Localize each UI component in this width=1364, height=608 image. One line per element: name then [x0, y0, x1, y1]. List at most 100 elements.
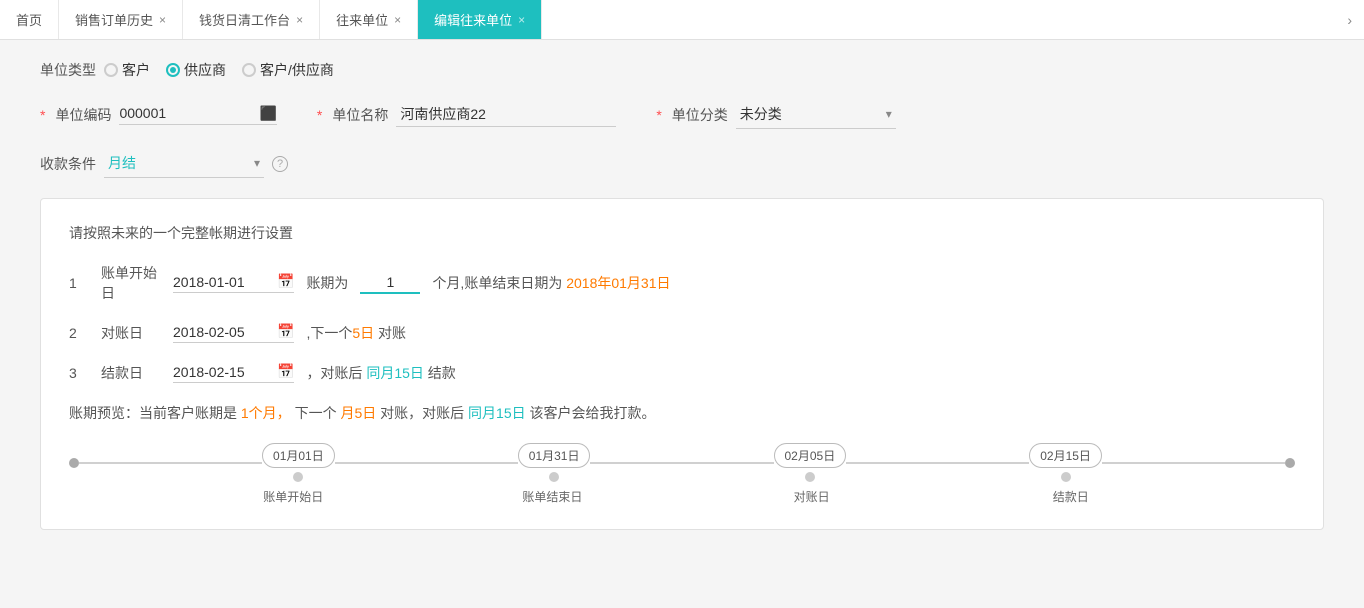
unit-type-label: 单位类型: [40, 60, 96, 80]
timeline-node-1: 01月01日: [262, 443, 335, 482]
unit-code-label: 单位编码: [55, 105, 111, 125]
timeline-dot-2: [549, 472, 559, 482]
highlight-day-3: 同月15日: [366, 365, 424, 381]
unit-category-value: 未分类: [740, 104, 882, 124]
unit-name-label: 单位名称: [332, 105, 388, 125]
timeline-dot-3: [805, 472, 815, 482]
payment-terms-arrow-icon: ▾: [254, 156, 260, 170]
unit-type-row: 单位类型 客户 供应商 客户/供应商: [40, 60, 1324, 80]
code-name-category-row: * 单位编码 ⬛ * 单位名称 * 单位分类 未分类 ▾: [40, 100, 1324, 129]
tab-cash-work-close[interactable]: ×: [296, 13, 303, 27]
period-row-2: 2 对账日 📅 ,下一个5日 对账: [69, 323, 1295, 343]
timeline-segment-4: [846, 462, 1029, 464]
main-content: 单位类型 客户 供应商 客户/供应商 * 单位编码: [0, 40, 1364, 608]
unit-category-dropdown[interactable]: 未分类 ▾: [736, 100, 896, 129]
tab-home[interactable]: 首页: [0, 0, 59, 39]
highlight-day-2: 5日: [352, 325, 374, 341]
tab-bar: 首页 销售订单历史 × 钱货日清工作台 × 往来单位 × 编辑往来单位 × ›: [0, 0, 1364, 40]
preview-highlight1: 1个月，: [241, 405, 291, 421]
period-date-1: 📅: [173, 273, 294, 293]
timeline-badge-3: 02月05日: [774, 443, 847, 468]
period-date-input-3[interactable]: [173, 364, 273, 380]
tab-edit-partner-close[interactable]: ×: [518, 13, 525, 27]
payment-terms-value: 月结: [108, 153, 250, 173]
unit-name-input[interactable]: [396, 102, 616, 127]
period-num-3: 3: [69, 365, 89, 381]
unit-category-label: 单位分类: [672, 105, 728, 125]
tab-partner[interactable]: 往来单位 ×: [320, 0, 418, 39]
preview-prefix: 账期预览：当前客户账期是: [69, 405, 241, 421]
period-desc-before-1: 账期为: [306, 273, 348, 293]
radio-both-label: 客户/供应商: [260, 60, 334, 80]
radio-supplier-label: 供应商: [184, 60, 226, 80]
tab-sales-history[interactable]: 销售订单历史 ×: [59, 0, 183, 39]
period-row-1: 1 账单开始日 📅 账期为 个月,账单结束日期为 2018年01月31日: [69, 263, 1295, 303]
radio-both[interactable]: 客户/供应商: [242, 60, 334, 80]
period-date-2: 📅: [173, 323, 294, 343]
tab-cash-work[interactable]: 钱货日清工作台 ×: [183, 0, 320, 39]
timeline-dot-4: [1061, 472, 1071, 482]
unit-code-copy-icon[interactable]: ⬛: [259, 105, 276, 122]
period-date-input-2[interactable]: [173, 324, 273, 340]
unit-name-field: * 单位名称: [317, 102, 616, 127]
tab-partner-label: 往来单位: [336, 10, 388, 29]
radio-supplier[interactable]: 供应商: [166, 60, 226, 80]
preview-highlight3: 同月15日: [468, 405, 526, 421]
preview-text: 账期预览：当前客户账期是 1个月， 下一个 月5日 对账，对账后 同月15日 该…: [69, 403, 1295, 423]
unit-code-field: * 单位编码 ⬛: [40, 105, 277, 125]
tab-sales-history-close[interactable]: ×: [159, 13, 166, 27]
period-label-2: 对账日: [101, 323, 161, 343]
unit-type-radio-group: 客户 供应商 客户/供应商: [104, 60, 334, 80]
timeline-dot-1: [293, 472, 303, 482]
settings-card: 请按照未来的一个完整帐期进行设置 1 账单开始日 📅 账期为 个月,账单结束日期…: [40, 198, 1324, 530]
calendar-icon-2[interactable]: 📅: [277, 323, 294, 340]
tab-partner-close[interactable]: ×: [394, 13, 401, 27]
calendar-icon-1[interactable]: 📅: [277, 273, 294, 290]
timeline-segment-5: [1102, 462, 1285, 464]
unit-type-field: 单位类型 客户 供应商 客户/供应商: [40, 60, 334, 80]
unit-code-input[interactable]: [119, 105, 259, 121]
timeline-node-4: 02月15日: [1029, 443, 1102, 482]
unit-category-field: * 单位分类 未分类 ▾: [656, 100, 895, 129]
unit-category-star: *: [656, 107, 661, 123]
tl-label-3: 对账日: [777, 488, 847, 505]
tab-sales-history-label: 销售订单历史: [75, 10, 153, 29]
timeline-segment-2: [335, 462, 518, 464]
preview-highlight2: 月5日: [340, 405, 376, 421]
period-label-3: 结款日: [101, 363, 161, 383]
unit-category-arrow-icon: ▾: [886, 107, 892, 121]
tl-label-2: 账单结束日: [517, 488, 587, 505]
months-input[interactable]: [360, 272, 420, 294]
timeline-badge-1: 01月01日: [262, 443, 335, 468]
period-date-3: 📅: [173, 363, 294, 383]
timeline-labels-row: 账单开始日 账单结束日 对账日 结款日: [69, 488, 1295, 505]
preview-mid1: 下一个: [295, 405, 337, 421]
timeline-start-dot: [69, 458, 79, 468]
calendar-icon-3[interactable]: 📅: [277, 363, 294, 380]
tab-edit-partner[interactable]: 编辑往来单位 ×: [418, 0, 542, 39]
payment-terms-field: 收款条件 月结 ▾ ?: [40, 149, 288, 178]
unit-code-star: *: [40, 107, 45, 123]
period-num-1: 1: [69, 275, 89, 291]
timeline-container: 01月01日 01月31日 02月05日 02月15日: [69, 443, 1295, 482]
tab-more-arrow[interactable]: ›: [1335, 0, 1364, 39]
payment-terms-dropdown[interactable]: 月结 ▾: [104, 149, 264, 178]
period-num-2: 2: [69, 325, 89, 341]
radio-customer-circle: [104, 63, 118, 77]
radio-both-circle: [242, 63, 256, 77]
unit-name-star: *: [317, 107, 322, 123]
timeline-segment-3: [590, 462, 773, 464]
period-desc-after-1: 个月,账单结束日期为 2018年01月31日: [432, 273, 670, 293]
payment-terms-label: 收款条件: [40, 154, 96, 174]
radio-customer[interactable]: 客户: [104, 60, 150, 80]
timeline-node-2: 01月31日: [518, 443, 591, 482]
preview-suffix: 该客户会给我打款。: [530, 405, 656, 421]
tab-home-label: 首页: [16, 10, 42, 29]
period-label-1: 账单开始日: [101, 263, 161, 303]
payment-terms-help-icon[interactable]: ?: [272, 156, 288, 172]
period-date-input-1[interactable]: [173, 274, 273, 290]
timeline-badge-4: 02月15日: [1029, 443, 1102, 468]
tl-label-1: 账单开始日: [258, 488, 328, 505]
timeline-badge-2: 01月31日: [518, 443, 591, 468]
timeline-node-3: 02月05日: [774, 443, 847, 482]
